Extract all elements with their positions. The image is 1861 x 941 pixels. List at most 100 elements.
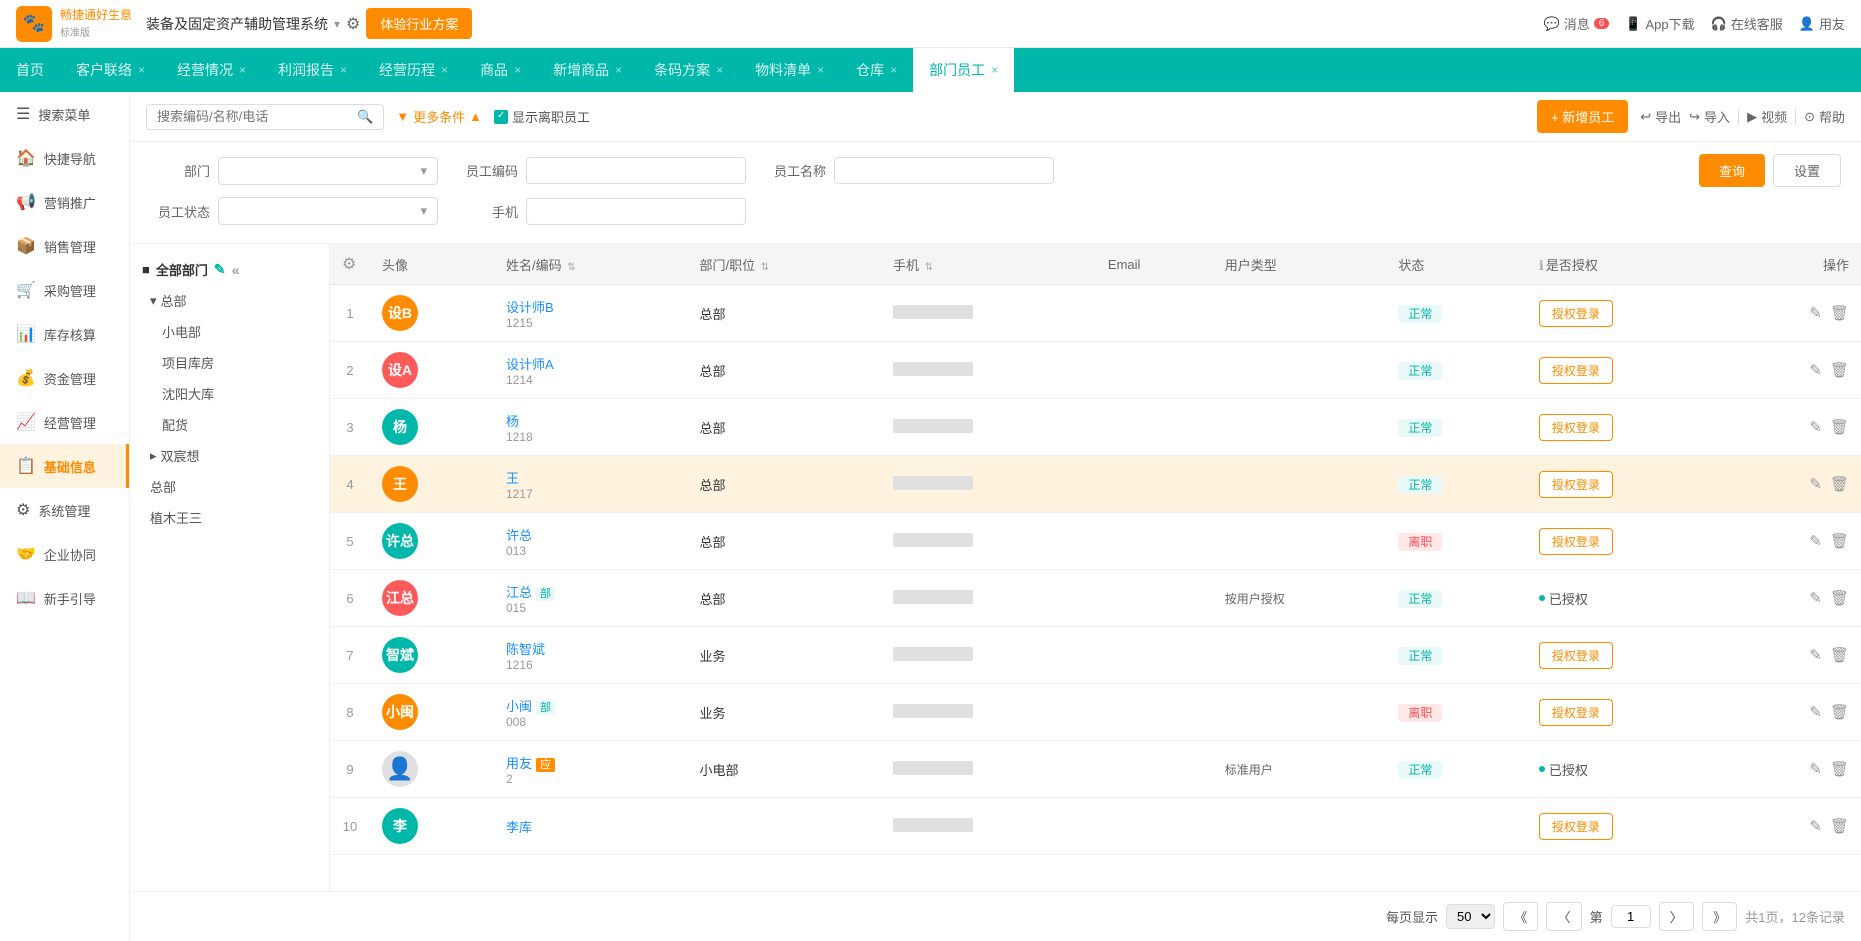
- th-settings[interactable]: ⚙: [330, 244, 370, 285]
- edit-icon[interactable]: ✎: [1809, 760, 1822, 778]
- employee-name[interactable]: 李库: [506, 817, 675, 836]
- service-btn[interactable]: 🎧 在线客服: [1711, 14, 1783, 33]
- employee-name[interactable]: 杨: [506, 411, 675, 430]
- auth-btn[interactable]: 授权登录: [1539, 300, 1613, 327]
- gear-icon[interactable]: ⚙: [346, 14, 360, 34]
- edit-icon[interactable]: ✎: [1809, 532, 1822, 550]
- search-input-wrap[interactable]: 🔍: [146, 104, 384, 130]
- next-page-btn[interactable]: 〉: [1659, 902, 1694, 931]
- auth-btn[interactable]: 授权登录: [1539, 471, 1613, 498]
- sidebar-item-system[interactable]: ⚙系统管理: [0, 488, 129, 532]
- edit-icon[interactable]: ✎: [1809, 817, 1822, 835]
- auth-info-icon[interactable]: ℹ: [1539, 258, 1544, 273]
- auth-btn[interactable]: 授权登录: [1539, 813, 1613, 840]
- sidebar-item-basic[interactable]: 📋基础信息: [0, 444, 129, 488]
- employee-name[interactable]: 设计师A: [506, 354, 675, 373]
- edit-icon[interactable]: ✎: [1809, 703, 1822, 721]
- collapse-btn[interactable]: «: [232, 262, 240, 278]
- code-input[interactable]: [526, 157, 746, 184]
- employee-name[interactable]: 设计师B: [506, 297, 675, 316]
- experience-btn[interactable]: 体验行业方案: [366, 8, 472, 39]
- app-download-btn[interactable]: 📱 App下载: [1625, 14, 1694, 33]
- dept-node-xiaodian[interactable]: 小电部: [130, 316, 329, 347]
- employee-name[interactable]: 用友应: [506, 753, 675, 772]
- nav-tab-process[interactable]: 经营历程×: [363, 48, 464, 92]
- edit-icon[interactable]: ✎: [1809, 646, 1822, 664]
- dept-node-shuangyixiang[interactable]: ▸ 双宸想: [130, 440, 329, 471]
- delete-icon[interactable]: 🗑: [1830, 589, 1849, 607]
- auth-btn[interactable]: 授权登录: [1539, 642, 1613, 669]
- search-input[interactable]: [157, 109, 357, 124]
- nav-tab-staff[interactable]: 部门员工×: [913, 48, 1014, 92]
- delete-icon[interactable]: 🗑: [1830, 475, 1849, 493]
- settings-icon[interactable]: ⚙: [342, 256, 356, 273]
- name-input[interactable]: [834, 157, 1054, 184]
- help-btn[interactable]: ⊙ 帮助: [1804, 107, 1845, 126]
- export-btn[interactable]: ↩ 导出: [1640, 107, 1681, 126]
- page-number-input[interactable]: [1611, 905, 1651, 928]
- sidebar-item-search[interactable]: ☰搜索菜单: [0, 92, 129, 136]
- nav-tab-goods[interactable]: 商品×: [464, 48, 537, 92]
- auth-btn[interactable]: 授权登录: [1539, 414, 1613, 441]
- edit-icon[interactable]: ✎: [214, 261, 226, 278]
- nav-tab-barcode[interactable]: 条码方案×: [638, 48, 739, 92]
- user-btn[interactable]: 👤 用友: [1799, 14, 1845, 33]
- th-name[interactable]: 姓名/编码 ⇅: [494, 244, 687, 285]
- sidebar-item-quicknav[interactable]: 🏠快捷导航: [0, 136, 129, 180]
- close-tab-process-icon[interactable]: ×: [441, 63, 448, 77]
- system-dropdown-arrow[interactable]: ▾: [334, 17, 340, 31]
- th-phone[interactable]: 手机 ⇅: [881, 244, 1096, 285]
- edit-icon[interactable]: ✎: [1809, 475, 1822, 493]
- nav-tab-material[interactable]: 物料清单×: [739, 48, 840, 92]
- dept-select[interactable]: ▾: [218, 157, 438, 185]
- close-tab-warehouse-icon[interactable]: ×: [890, 63, 897, 77]
- delete-icon[interactable]: 🗑: [1830, 703, 1849, 721]
- auth-btn[interactable]: 授权登录: [1539, 699, 1613, 726]
- nav-tab-business[interactable]: 经营情况×: [161, 48, 262, 92]
- close-tab-profit-icon[interactable]: ×: [340, 63, 347, 77]
- dept-node-shenyang[interactable]: 沈阳大库: [130, 378, 329, 409]
- sidebar-item-inventory[interactable]: 📊库存核算: [0, 312, 129, 356]
- show-resign-toggle[interactable]: 显示离职员工: [494, 107, 590, 126]
- edit-icon[interactable]: ✎: [1809, 304, 1822, 322]
- edit-icon[interactable]: ✎: [1809, 418, 1822, 436]
- close-tab-barcode-icon[interactable]: ×: [716, 63, 723, 77]
- phone-input[interactable]: [526, 198, 746, 225]
- show-resign-checkbox[interactable]: [494, 110, 508, 124]
- video-btn[interactable]: ▶ 视频: [1747, 107, 1787, 126]
- nav-tab-warehouse[interactable]: 仓库×: [840, 48, 913, 92]
- sidebar-item-finance[interactable]: 💰资金管理: [0, 356, 129, 400]
- delete-icon[interactable]: 🗑: [1830, 817, 1849, 835]
- sidebar-item-sales[interactable]: 📦销售管理: [0, 224, 129, 268]
- close-tab-newgoods-icon[interactable]: ×: [615, 63, 622, 77]
- status-select[interactable]: ▾: [218, 197, 438, 225]
- nav-tab-home[interactable]: 首页: [0, 48, 60, 92]
- sidebar-item-purchase[interactable]: 🛒采购管理: [0, 268, 129, 312]
- employee-name[interactable]: 许总: [506, 525, 675, 544]
- delete-icon[interactable]: 🗑: [1830, 361, 1849, 379]
- delete-icon[interactable]: 🗑: [1830, 532, 1849, 550]
- auth-btn[interactable]: 授权登录: [1539, 357, 1613, 384]
- auth-btn[interactable]: 授权登录: [1539, 528, 1613, 555]
- sidebar-item-marketing[interactable]: 📢营销推广: [0, 180, 129, 224]
- per-page-select[interactable]: 50: [1446, 904, 1495, 929]
- sidebar-item-operation[interactable]: 📈经营管理: [0, 400, 129, 444]
- query-btn[interactable]: 查询: [1699, 154, 1765, 187]
- filter-more-btn[interactable]: ▼ 更多条件 ▲: [396, 107, 482, 126]
- close-tab-goods-icon[interactable]: ×: [514, 63, 521, 77]
- message-btn[interactable]: 💬 消息 6: [1544, 14, 1610, 33]
- th-dept[interactable]: 部门/职位 ⇅: [687, 244, 880, 285]
- dept-node-pumuwangsan[interactable]: 植木王三: [130, 502, 329, 533]
- first-page-btn[interactable]: 《: [1503, 902, 1538, 931]
- import-btn[interactable]: ↪ 导入: [1689, 107, 1730, 126]
- dept-node-peihuo[interactable]: 配货: [130, 409, 329, 440]
- nav-tab-profit[interactable]: 利润报告×: [262, 48, 363, 92]
- add-employee-btn[interactable]: + 新增员工: [1537, 100, 1628, 133]
- dept-node-xiangmu[interactable]: 项目库房: [130, 347, 329, 378]
- delete-icon[interactable]: 🗑: [1830, 760, 1849, 778]
- close-tab-business-icon[interactable]: ×: [239, 63, 246, 77]
- edit-icon[interactable]: ✎: [1809, 589, 1822, 607]
- dept-node-zongbu[interactable]: ▾ 总部: [130, 285, 329, 316]
- nav-tab-newgoods[interactable]: 新增商品×: [537, 48, 638, 92]
- edit-icon[interactable]: ✎: [1809, 361, 1822, 379]
